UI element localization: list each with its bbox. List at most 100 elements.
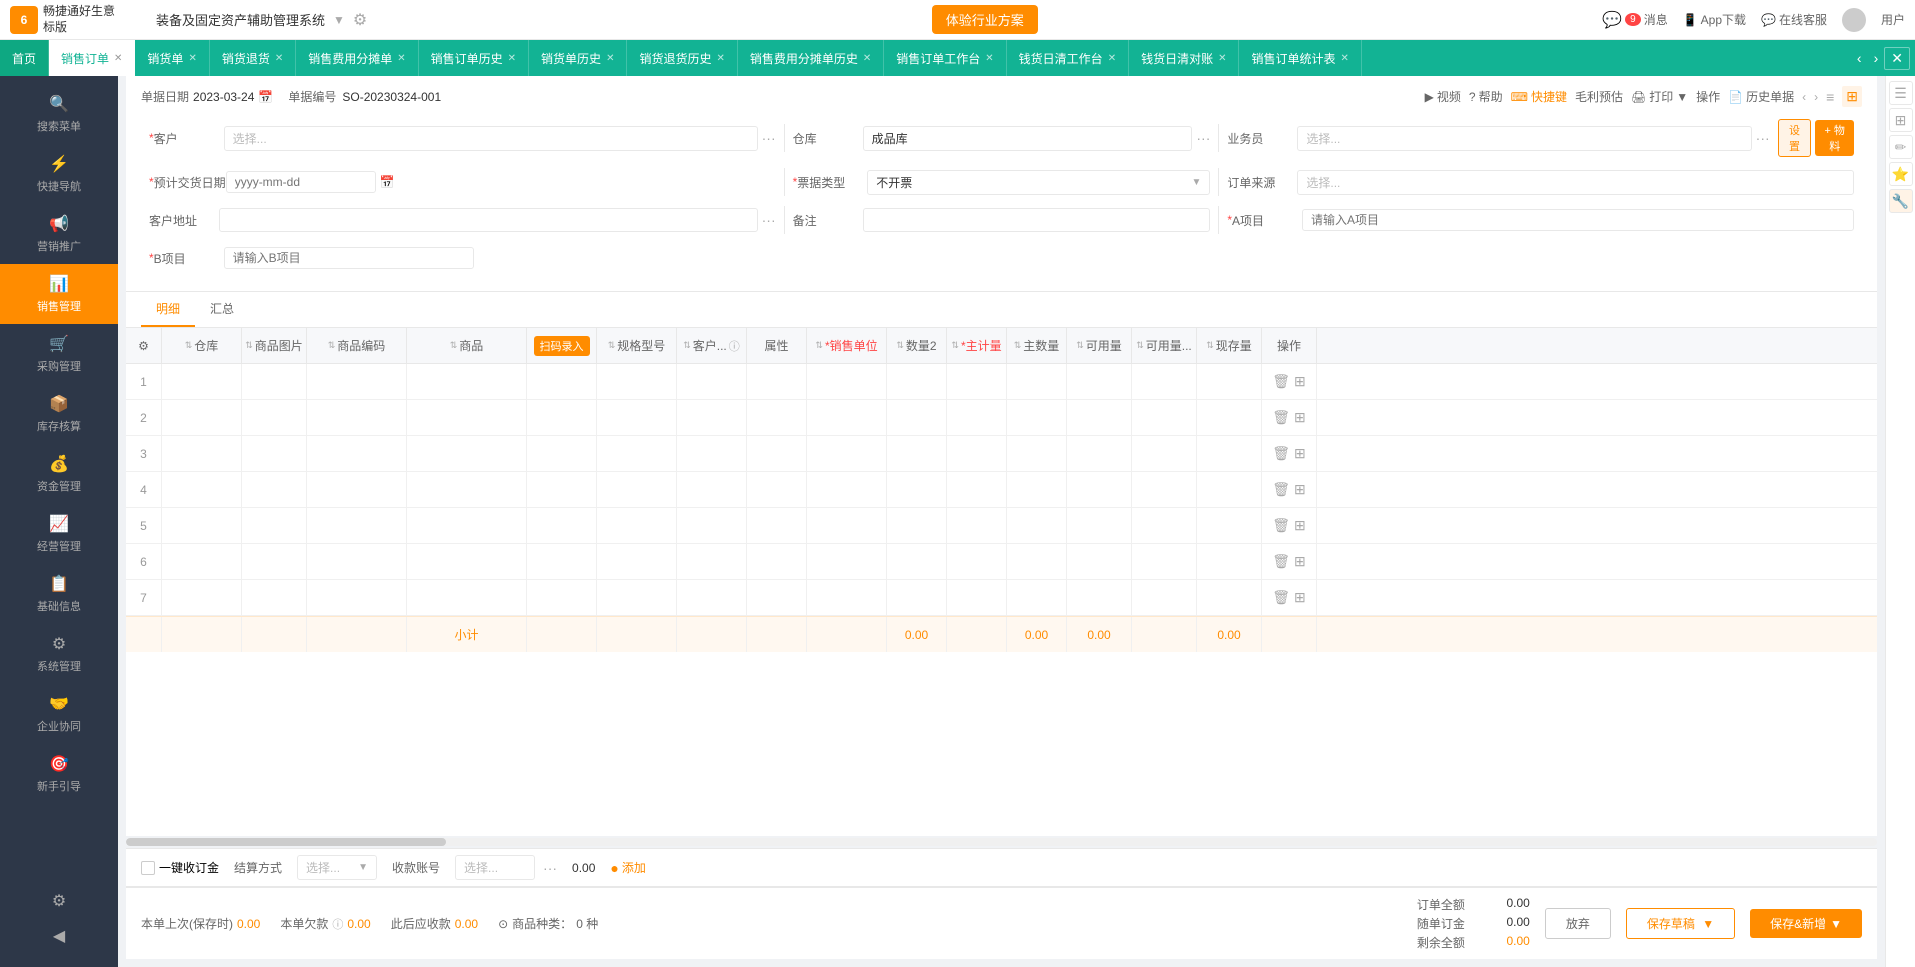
tab-summary[interactable]: 汇总 (195, 292, 249, 327)
row-3-copy-icon[interactable]: ⊞ (1294, 445, 1306, 462)
row-1-customer[interactable] (677, 364, 747, 399)
settings-button[interactable]: 设置 (1778, 119, 1812, 157)
tab-close-cash-reconcile[interactable]: ✕ (1218, 53, 1226, 64)
row-5-delete-icon[interactable]: 🗑 (1272, 517, 1290, 534)
tab-slip-history[interactable]: 销货单历史 ✕ (529, 40, 627, 76)
save-draft-dropdown-icon[interactable]: ▼ (1702, 917, 1714, 931)
th-settings[interactable]: ⚙ (126, 328, 162, 363)
staff-dots-icon[interactable]: ··· (1756, 130, 1770, 146)
deposit-cb[interactable] (141, 861, 155, 875)
row-1-unit[interactable] (807, 364, 887, 399)
sidebar-item-guide[interactable]: 🎯 新手引导 (0, 744, 118, 804)
tab-close-order-history[interactable]: ✕ (508, 53, 516, 64)
tab-close-sales-order[interactable]: ✕ (114, 53, 122, 64)
address-dots-icon[interactable]: ··· (762, 212, 776, 228)
row-1-attr[interactable] (747, 364, 807, 399)
sort-icon-uom[interactable]: ⇅ (951, 340, 959, 351)
tab-close-return[interactable]: ✕ (275, 53, 283, 64)
sort-icon-warehouse[interactable]: ⇅ (185, 340, 193, 351)
tab-sales-slip[interactable]: 销货单 ✕ (135, 40, 209, 76)
right-panel-icon-3[interactable]: ✏ (1889, 135, 1913, 159)
settings-icon[interactable]: ⚙ (353, 10, 367, 30)
sort-icon-avail2[interactable]: ⇅ (1136, 340, 1144, 351)
delivery-date-input[interactable] (226, 171, 376, 193)
sort-icon-spec[interactable]: ⇅ (608, 340, 616, 351)
sidebar-item-master-data[interactable]: 📋 基础信息 (0, 564, 118, 624)
right-panel-icon-2[interactable]: ⊞ (1889, 108, 1913, 132)
calendar-icon[interactable]: 📅 (258, 90, 273, 104)
video-link[interactable]: ▶ 视频 (1425, 88, 1461, 105)
help-link[interactable]: ? 帮助 (1469, 88, 1503, 105)
sidebar-item-system[interactable]: ⚙ 系统管理 (0, 624, 118, 684)
sidebar-item-purchase[interactable]: 🛒 采购管理 (0, 324, 118, 384)
row-1-qty2[interactable] (887, 364, 947, 399)
row-7-copy-icon[interactable]: ⊞ (1294, 589, 1306, 606)
row-1-spec[interactable] (597, 364, 677, 399)
row-2-copy-icon[interactable]: ⊞ (1294, 409, 1306, 426)
sort-icon-img[interactable]: ⇅ (245, 340, 253, 351)
tab-close-return-history[interactable]: ✕ (716, 53, 724, 64)
tab-fee-history[interactable]: 销售费用分摊单历史 ✕ (738, 40, 884, 76)
nav-prev-form-icon[interactable]: ‹ (1802, 90, 1806, 104)
sidebar-item-sales[interactable]: 📊 销售管理 (0, 264, 118, 324)
tab-detail[interactable]: 明细 (141, 292, 195, 327)
row-3-delete-icon[interactable]: 🗑 (1272, 445, 1290, 462)
b-project-input[interactable] (224, 247, 474, 269)
row-5-copy-icon[interactable]: ⊞ (1294, 517, 1306, 534)
operations-link[interactable]: 操作 (1696, 88, 1720, 105)
row-7-delete-icon[interactable]: 🗑 (1272, 589, 1290, 606)
right-panel-icon-1[interactable]: ☰ (1889, 81, 1913, 105)
sort-icon-unit[interactable]: ⇅ (815, 340, 823, 351)
row-1-copy-icon[interactable]: ⊞ (1294, 373, 1306, 390)
sidebar-item-enterprise[interactable]: 🤝 企业协同 (0, 684, 118, 744)
profit-link[interactable]: 毛利预估 (1575, 88, 1623, 105)
row-2-delete-icon[interactable]: 🗑 (1272, 409, 1290, 426)
tab-return-history[interactable]: 销货退货历史 ✕ (627, 40, 737, 76)
sidebar-collapse-icon[interactable]: ◀ (48, 921, 70, 951)
tab-close-slip-history[interactable]: ✕ (606, 53, 614, 64)
tab-cash-reconcile[interactable]: 钱货日清对账 ✕ (1129, 40, 1239, 76)
order-source-input[interactable]: 选择... (1297, 170, 1854, 195)
tab-return[interactable]: 销货退货 ✕ (210, 40, 296, 76)
tab-order-workbench[interactable]: 销售订单工作台 ✕ (884, 40, 1006, 76)
address-input[interactable] (219, 208, 758, 232)
sort-icon-customer[interactable]: ⇅ (683, 340, 691, 351)
payment-method-select[interactable]: 选择... ▼ (297, 855, 377, 880)
print-link[interactable]: 🖨 打印 ▼ (1631, 88, 1688, 105)
nav-close-all-icon[interactable]: ✕ (1884, 47, 1910, 70)
sidebar-item-search[interactable]: 🔍 搜索菜单 (0, 84, 118, 144)
sort-icon-avail[interactable]: ⇅ (1076, 340, 1084, 351)
sidebar-item-marketing[interactable]: 📢 营销推广 (0, 204, 118, 264)
row-4-delete-icon[interactable]: 🗑 (1272, 481, 1290, 498)
tab-sales-order[interactable]: 销售订单 ✕ (49, 40, 135, 76)
scan-button[interactable]: 扫码录入 (534, 336, 590, 356)
sidebar-item-operations[interactable]: 📈 经营管理 (0, 504, 118, 564)
warehouse-dots-icon[interactable]: ··· (1196, 130, 1210, 146)
a-project-input[interactable] (1302, 209, 1854, 231)
sort-icon-stock[interactable]: ⇅ (1206, 340, 1214, 351)
horizontal-scrollbar[interactable] (126, 838, 1877, 846)
tab-close-cash-workbench[interactable]: ✕ (1108, 53, 1116, 64)
right-panel-icon-4[interactable]: ⭐ (1889, 162, 1913, 186)
tab-close-fee-history[interactable]: ✕ (863, 53, 871, 64)
sidebar-settings-icon[interactable]: ⚙ (47, 886, 71, 916)
save-draft-button[interactable]: 保存草稿 ▼ (1626, 908, 1735, 939)
sort-icon-qty2[interactable]: ⇅ (896, 340, 904, 351)
save-new-dropdown-icon[interactable]: ▼ (1830, 917, 1842, 931)
discard-button[interactable]: 放弃 (1545, 908, 1611, 939)
account-dots-icon[interactable]: ··· (543, 860, 557, 876)
payment-method-dropdown[interactable]: 选择... ▼ (297, 855, 377, 880)
add-payment-button[interactable]: ● 添加 (610, 859, 645, 876)
tab-fee-split[interactable]: 销售费用分摊单 ✕ (296, 40, 418, 76)
row-1-warehouse[interactable] (162, 364, 242, 399)
tab-order-history[interactable]: 销售订单历史 ✕ (419, 40, 529, 76)
history-link[interactable]: 📄 历史单据 (1728, 88, 1794, 105)
shortcut-link[interactable]: ⌨ 快捷键 (1511, 88, 1567, 105)
row-6-copy-icon[interactable]: ⊞ (1294, 553, 1306, 570)
one-click-deposit-checkbox[interactable]: 一键收订金 (141, 859, 219, 876)
sort-icon-product[interactable]: ⇅ (450, 340, 458, 351)
row-1-mainqty[interactable] (1007, 364, 1067, 399)
customer-input[interactable]: 选择... (224, 126, 758, 151)
save-new-button[interactable]: 保存&新增 ▼ (1750, 909, 1862, 938)
sidebar-item-finance[interactable]: 💰 资金管理 (0, 444, 118, 504)
